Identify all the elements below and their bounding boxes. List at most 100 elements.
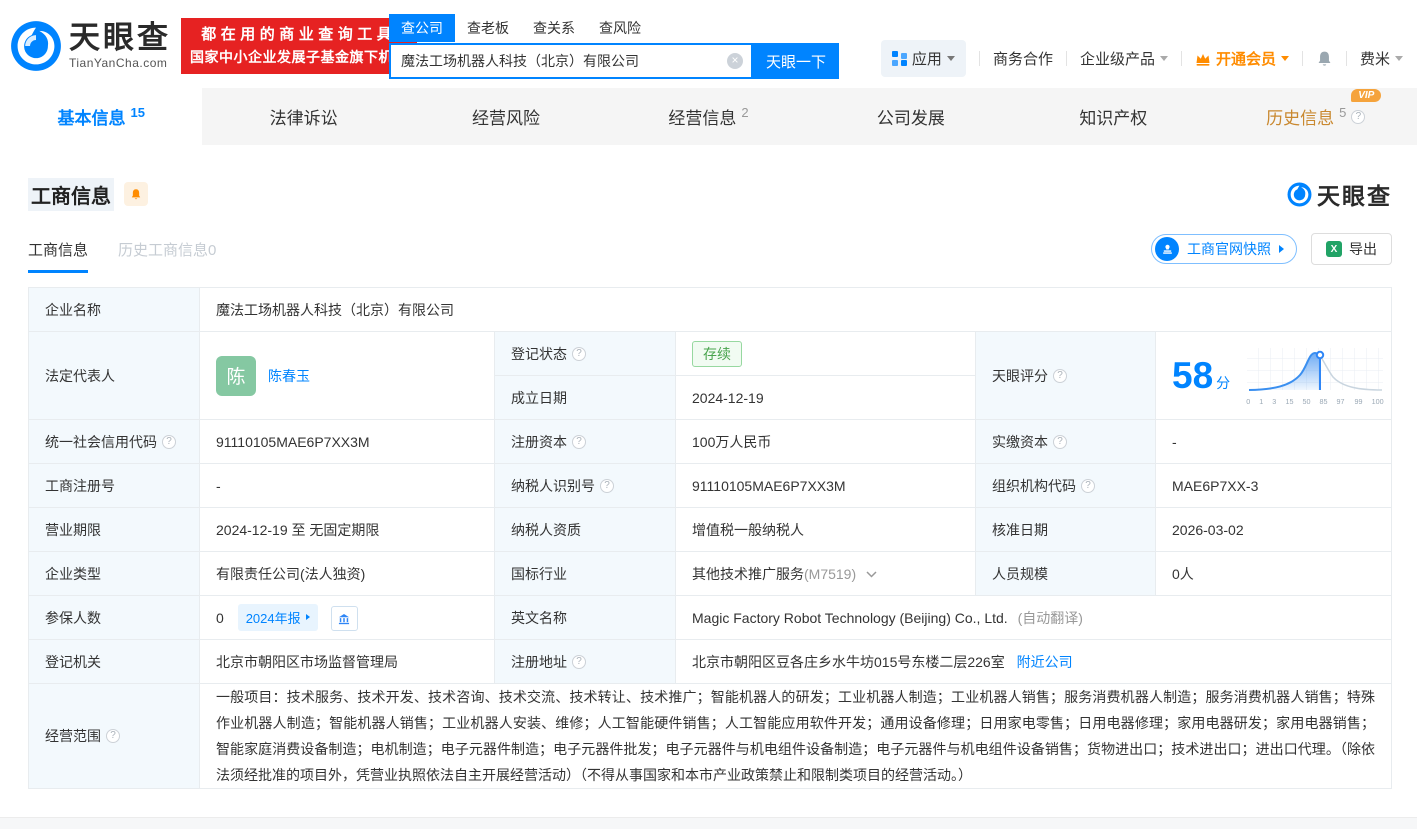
apps-menu[interactable]: 应用 [880, 40, 966, 77]
field-label-org-code: 组织机构代码 [975, 463, 1156, 508]
tab-company-development[interactable]: 公司发展 [810, 88, 1012, 145]
field-value-taxpayer-id: 91110105MAE6P7XX3M [675, 463, 976, 508]
search-input-wrap: × [389, 43, 753, 79]
stamp-icon [1155, 237, 1179, 261]
help-icon[interactable] [572, 434, 586, 449]
search-tab-boss[interactable]: 查老板 [455, 14, 521, 42]
field-value-establish-date: 2024-12-19 [675, 375, 976, 420]
help-icon[interactable] [1351, 109, 1366, 124]
tab-operation-info[interactable]: 经营信息 2 [607, 88, 809, 145]
promo-line2: 国家中小企业发展子基金旗下机构 [190, 48, 408, 65]
nav-open-vip[interactable]: 开通会员 [1195, 48, 1289, 69]
field-value-business-term: 2024-12-19 至 无固定期限 [199, 507, 495, 552]
help-icon[interactable] [106, 729, 120, 743]
clear-icon[interactable]: × [727, 53, 743, 69]
nav-separator [978, 51, 980, 66]
field-value-industry: 其他技术推广服务(M7519) [675, 551, 976, 596]
tab-count: 5 [1339, 105, 1347, 120]
nearby-companies-link[interactable]: 附近公司 [1017, 654, 1073, 670]
export-button[interactable]: 导出 [1311, 233, 1392, 265]
legal-rep-link[interactable]: 陈春玉 [268, 366, 310, 386]
field-label-approval-date: 核准日期 [975, 507, 1156, 552]
field-value-approval-date: 2026-03-02 [1155, 507, 1392, 552]
score-unit: 分 [1216, 374, 1231, 391]
search-input[interactable] [391, 45, 751, 77]
chevron-down-icon [1395, 56, 1403, 61]
monitor-bell-button[interactable] [124, 182, 148, 206]
subtab-history-business-info[interactable]: 历史工商信息0 [118, 239, 216, 273]
section-watermark-logo: 天眼查 [1287, 177, 1392, 211]
tab-label: 历史信息 [1266, 109, 1335, 128]
header: 天眼查 TianYanCha.com 都在用的商业查询工具 国家中小企业发展子基… [0, 0, 1417, 88]
notification-button[interactable] [1316, 50, 1333, 68]
annual-report-label: 2024年报 [245, 610, 301, 626]
field-value-org-code: MAE6P7XX-3 [1155, 463, 1392, 508]
subtab-business-info[interactable]: 工商信息 [28, 239, 89, 273]
tianyancha-logo-icon [1287, 182, 1312, 206]
nav-separator [1180, 51, 1182, 66]
field-value-paid-capital: - [1155, 419, 1392, 464]
field-value-taxpayer-quality: 增值税一般纳税人 [675, 507, 976, 552]
field-label-business-term: 营业期限 [28, 507, 200, 552]
help-icon[interactable] [1053, 368, 1067, 383]
tab-label: 公司发展 [876, 109, 945, 128]
search-tab-relation[interactable]: 查关系 [521, 14, 587, 42]
tab-label: 法律诉讼 [269, 109, 338, 128]
export-label: 导出 [1349, 241, 1377, 257]
tab-label: 经营风险 [472, 109, 541, 128]
user-menu[interactable]: 费米 [1360, 48, 1403, 69]
status-badge: 存续 [692, 340, 742, 367]
nav-enterprise-products[interactable]: 企业级产品 [1080, 48, 1168, 69]
social-insurance-chart-button[interactable] [330, 606, 358, 632]
search-tab-risk[interactable]: 查风险 [587, 14, 653, 42]
field-label-paid-capital: 实缴资本 [975, 419, 1156, 464]
help-icon[interactable] [1081, 478, 1095, 493]
field-value-company-name: 魔法工场机器人科技（北京）有限公司 [199, 287, 1392, 332]
tab-history-info[interactable]: 历史信息 5 VIP [1215, 88, 1417, 145]
vip-badge: VIP [1351, 89, 1382, 102]
help-icon[interactable] [572, 654, 586, 669]
tab-basic-info[interactable]: 基本信息 15 [0, 88, 203, 145]
field-label-taxpayer-quality: 纳税人资质 [494, 507, 676, 552]
nav-cooperation[interactable]: 商务合作 [993, 48, 1053, 69]
help-icon[interactable] [162, 434, 176, 449]
chevron-down-icon[interactable] [866, 570, 877, 578]
subtabs: 工商信息 历史工商信息0 [28, 239, 216, 273]
business-info-table: 企业名称 魔法工场机器人科技（北京）有限公司 法定代表人 陈 陈春玉 登记状态 … [28, 287, 1392, 789]
chevron-down-icon [1280, 56, 1289, 61]
username-label: 费米 [1359, 51, 1390, 68]
field-label-company-type: 企业类型 [28, 551, 200, 596]
promo-line1: 都在用的商业查询工具 [201, 26, 397, 44]
apps-label: 应用 [911, 51, 942, 68]
bell-icon [1318, 51, 1331, 66]
tab-intellectual-property[interactable]: 知识产权 [1012, 88, 1214, 145]
tab-operation-risk[interactable]: 经营风险 [405, 88, 607, 145]
excel-icon [1326, 241, 1342, 257]
search-tab-company[interactable]: 查公司 [389, 14, 455, 42]
tab-legal-litigation[interactable]: 法律诉讼 [202, 88, 404, 145]
open-vip-label: 开通会员 [1215, 51, 1276, 68]
field-label-english-name: 英文名称 [494, 595, 676, 640]
field-value-english-name: Magic Factory Robot Technology (Beijing)… [675, 595, 1392, 640]
enterprise-products-label: 企业级产品 [1079, 51, 1155, 68]
chevron-down-icon [946, 56, 955, 61]
field-label-business-scope: 经营范围 [28, 683, 200, 789]
help-icon[interactable] [572, 346, 586, 361]
search-button[interactable]: 天眼一下 [753, 43, 839, 79]
field-label-insured-count: 参保人数 [28, 595, 200, 640]
field-label-legal-rep: 法定代表人 [28, 331, 200, 420]
crown-icon [1196, 53, 1210, 66]
industry-code: (M7519) [804, 565, 857, 582]
annual-report-pill[interactable]: 2024年报 [237, 603, 318, 631]
apps-grid-icon [891, 51, 907, 66]
tianyancha-logo[interactable]: 天眼查 TianYanCha.com [10, 20, 171, 72]
field-label-reg-status: 登记状态 [494, 331, 676, 376]
official-snapshot-button[interactable]: 工商官网快照 [1151, 234, 1297, 264]
avatar[interactable]: 陈 [216, 355, 256, 396]
search-tabs: 查公司 查老板 查关系 查风险 [389, 14, 841, 42]
field-value-company-type: 有限责任公司(法人独资) [199, 551, 495, 596]
search-block: 查公司 查老板 查关系 查风险 × 天眼一下 [389, 14, 841, 79]
help-icon[interactable] [1053, 434, 1067, 449]
help-icon[interactable] [600, 478, 614, 493]
tab-count: 15 [130, 105, 145, 120]
